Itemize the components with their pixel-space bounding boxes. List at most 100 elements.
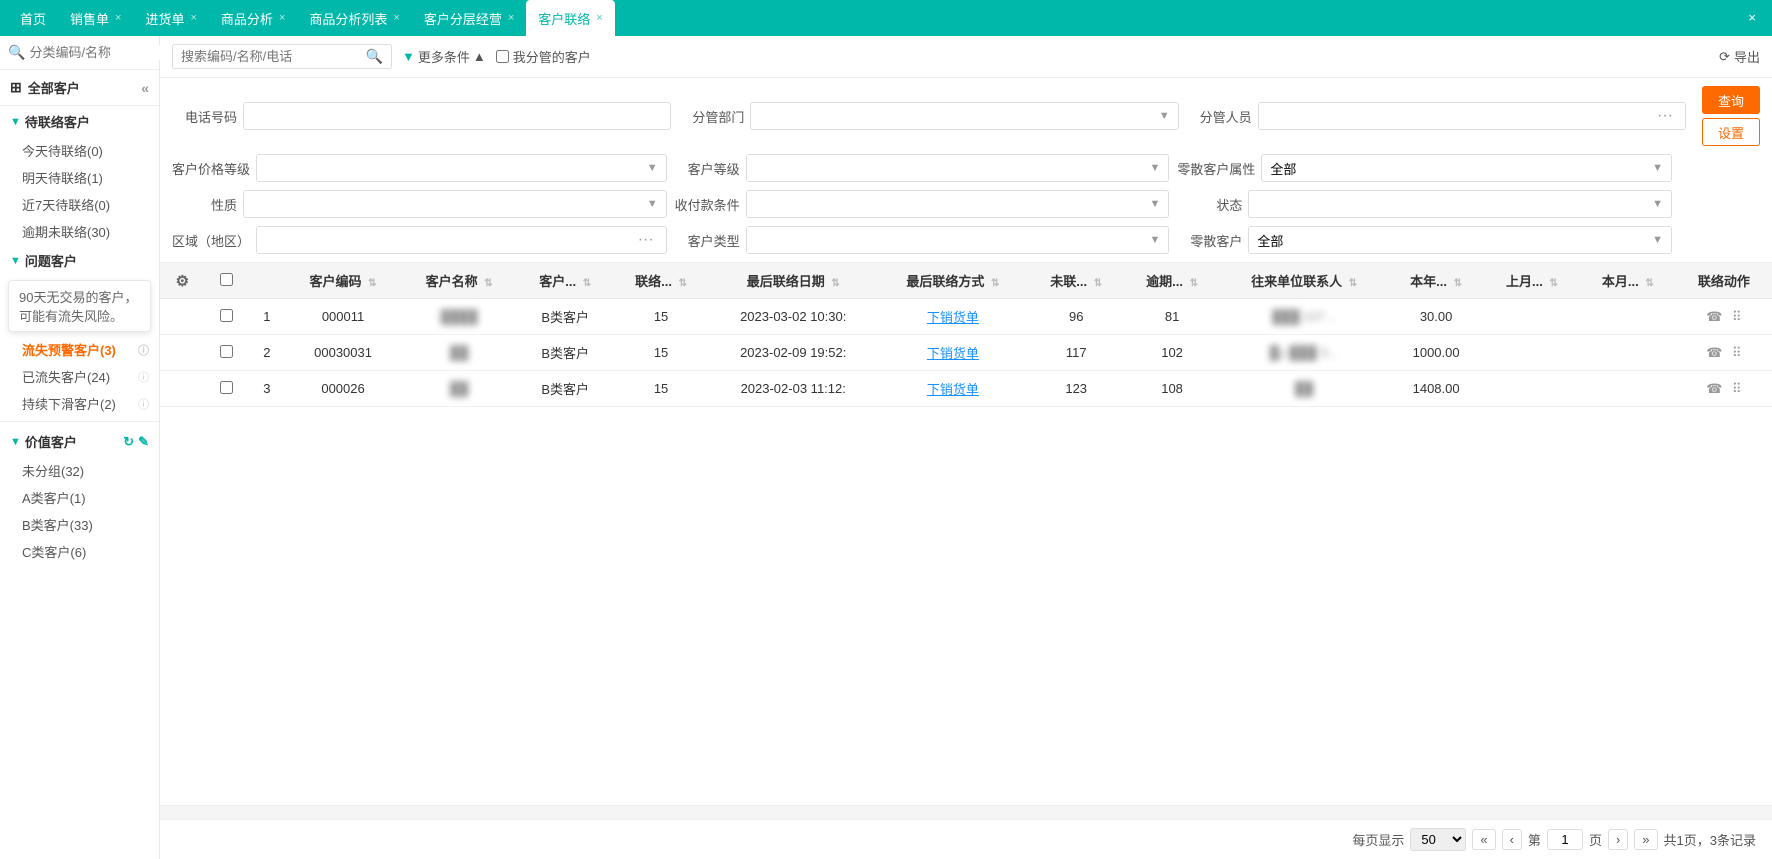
page-number-input[interactable] bbox=[1547, 829, 1583, 850]
customer-type-select[interactable]: ▼ bbox=[746, 226, 1170, 254]
sidebar-item-class-b[interactable]: B类客户(33) bbox=[0, 511, 159, 538]
page-label: 页 bbox=[1589, 830, 1602, 849]
sidebar-item-overdue[interactable]: 逾期未联络(30) bbox=[0, 218, 159, 245]
settings-button[interactable]: 设置 bbox=[1702, 118, 1760, 146]
horizontal-scrollbar[interactable] bbox=[160, 805, 1772, 819]
action-contact-icon[interactable]: ☎ bbox=[1706, 345, 1722, 360]
dept-select[interactable]: ▼ bbox=[750, 102, 1178, 130]
tab-purchase[interactable]: 进货单 × bbox=[133, 0, 208, 36]
row-last-contact-way[interactable]: 下销货单 bbox=[877, 371, 1028, 407]
last-page-button[interactable]: » bbox=[1634, 829, 1657, 850]
row-checkbox[interactable] bbox=[220, 309, 233, 322]
next-page-button[interactable]: › bbox=[1608, 829, 1628, 850]
col-uncontacted[interactable]: 未联... ⇅ bbox=[1028, 263, 1124, 299]
manager-select[interactable]: ··· bbox=[1258, 102, 1686, 130]
row-checkbox[interactable] bbox=[220, 381, 233, 394]
col-last-month[interactable]: 上月... ⇅ bbox=[1484, 263, 1580, 299]
tab-purchase-close[interactable]: × bbox=[190, 12, 196, 24]
col-code[interactable]: 客户编码 ⇅ bbox=[285, 263, 401, 299]
row-actions: ☎ ⠿ bbox=[1676, 299, 1772, 335]
edit-icon[interactable]: ✎ bbox=[138, 434, 149, 450]
query-button[interactable]: 查询 bbox=[1702, 86, 1760, 114]
col-contact[interactable]: 联络... ⇅ bbox=[613, 263, 709, 299]
row-index: 1 bbox=[249, 299, 285, 335]
prev-page-button[interactable]: ‹ bbox=[1502, 829, 1522, 850]
tab-analysis[interactable]: 商品分析 × bbox=[209, 0, 297, 36]
phone-input[interactable] bbox=[243, 102, 671, 130]
search-bar: 🔍 ▼ 更多条件 ▲ 我分管的客户 ⟳ 导出 bbox=[160, 36, 1772, 78]
last-contact-way-link[interactable]: 下销货单 bbox=[927, 310, 979, 325]
data-table: ⚙ 客户编码 ⇅ 客户名称 ⇅ bbox=[160, 263, 1772, 407]
row-last-contact-way[interactable]: 下销货单 bbox=[877, 335, 1028, 371]
nature-select[interactable]: ▼ bbox=[243, 190, 667, 218]
sidebar-item-7days[interactable]: 近7天待联络(0) bbox=[0, 191, 159, 218]
retail-attr-select[interactable]: 全部 ▼ bbox=[1261, 154, 1672, 182]
col-name[interactable]: 客户名称 ⇅ bbox=[401, 263, 517, 299]
tab-customer-segment-close[interactable]: × bbox=[508, 12, 514, 24]
tab-customer-segment[interactable]: 客户分层经营 × bbox=[412, 0, 526, 36]
select-all-checkbox[interactable] bbox=[220, 273, 233, 286]
action-more-icon[interactable]: ⠿ bbox=[1732, 381, 1742, 396]
settings-col-icon[interactable]: ⚙ bbox=[176, 273, 189, 290]
more-filters-button[interactable]: ▼ 更多条件 ▲ bbox=[402, 47, 486, 66]
customer-level-select[interactable]: ▼ bbox=[746, 154, 1170, 182]
action-more-icon[interactable]: ⠿ bbox=[1732, 309, 1742, 324]
region-select[interactable]: ··· bbox=[256, 226, 667, 254]
status-select[interactable]: ▼ bbox=[1248, 190, 1672, 218]
group-value-customers[interactable]: ▼ 价值客户 ↻ ✎ bbox=[0, 426, 159, 457]
retail-customer-select[interactable]: 全部 ▼ bbox=[1248, 226, 1672, 254]
my-customers-checkbox-label[interactable]: 我分管的客户 bbox=[496, 47, 591, 66]
last-contact-way-link[interactable]: 下销货单 bbox=[927, 346, 979, 361]
sidebar-all-customers[interactable]: ⊞ 全部客户 « bbox=[0, 70, 159, 106]
tab-analysis-list-close[interactable]: × bbox=[393, 12, 399, 24]
per-page-select[interactable]: 50 20 100 bbox=[1410, 828, 1466, 851]
action-contact-icon[interactable]: ☎ bbox=[1706, 309, 1722, 324]
sidebar-item-tomorrow[interactable]: 明天待联络(1) bbox=[0, 164, 159, 191]
filter-row-1: 电话号码 分管部门 ▼ 分管人员 ··· bbox=[172, 86, 1760, 146]
tab-home[interactable]: 首页 bbox=[8, 0, 58, 36]
col-last-contact-date[interactable]: 最后联络日期 ⇅ bbox=[709, 263, 877, 299]
region-dots[interactable]: ··· bbox=[634, 231, 658, 249]
search-input[interactable] bbox=[181, 49, 366, 64]
sidebar-item-class-a[interactable]: A类客户(1) bbox=[0, 484, 159, 511]
tab-customer-contact[interactable]: 客户联络 × bbox=[526, 0, 614, 36]
refresh-icon[interactable]: ↻ bbox=[123, 434, 134, 450]
col-this-month[interactable]: 本月... ⇅ bbox=[1580, 263, 1676, 299]
col-last-contact-way[interactable]: 最后联络方式 ⇅ bbox=[877, 263, 1028, 299]
tab-sales-close[interactable]: × bbox=[115, 12, 121, 24]
manager-dots[interactable]: ··· bbox=[1653, 107, 1677, 125]
row-last-contact-way[interactable]: 下销货单 bbox=[877, 299, 1028, 335]
sidebar-item-class-c[interactable]: C类客户(6) bbox=[0, 538, 159, 565]
first-page-button[interactable]: « bbox=[1472, 829, 1495, 850]
tab-sales[interactable]: 销售单 × bbox=[58, 0, 133, 36]
tab-analysis-close[interactable]: × bbox=[279, 12, 285, 24]
price-level-select[interactable]: ▼ bbox=[256, 154, 667, 182]
tab-customer-contact-close[interactable]: × bbox=[596, 12, 602, 24]
row-unit-contact: ██ bbox=[1220, 371, 1388, 407]
search-submit-icon[interactable]: 🔍 bbox=[366, 48, 383, 65]
my-customers-checkbox[interactable] bbox=[496, 50, 509, 63]
filter-row-3: 性质 ▼ 收付款条件 ▼ 状态 bbox=[172, 190, 1760, 218]
col-overdue[interactable]: 逾期... ⇅ bbox=[1124, 263, 1220, 299]
group-problem-customers[interactable]: ▼ 问题客户 bbox=[0, 245, 159, 276]
sidebar-item-declining[interactable]: 持续下滑客户(2) ⓘ bbox=[0, 390, 159, 417]
retail-attr-arrow: ▼ bbox=[1652, 162, 1663, 174]
export-button[interactable]: ⟳ 导出 bbox=[1719, 47, 1760, 66]
row-checkbox[interactable] bbox=[220, 345, 233, 358]
col-type[interactable]: 客户... ⇅ bbox=[517, 263, 613, 299]
sidebar-item-churn-warning[interactable]: 流失预警客户(3) ⓘ bbox=[0, 336, 159, 363]
filter-payment: 收付款条件 ▼ bbox=[675, 190, 1170, 218]
close-all-button[interactable]: × bbox=[1740, 9, 1764, 27]
col-unit-contact[interactable]: 往来单位联系人 ⇅ bbox=[1220, 263, 1388, 299]
action-contact-icon[interactable]: ☎ bbox=[1706, 381, 1722, 396]
sidebar-item-ungrouped[interactable]: 未分组(32) bbox=[0, 457, 159, 484]
group-pending-contact[interactable]: ▼ 待联络客户 bbox=[0, 106, 159, 137]
tab-analysis-list[interactable]: 商品分析列表 × bbox=[297, 0, 411, 36]
last-contact-way-link[interactable]: 下销货单 bbox=[927, 382, 979, 397]
payment-select[interactable]: ▼ bbox=[746, 190, 1170, 218]
action-more-icon[interactable]: ⠿ bbox=[1732, 345, 1742, 360]
sidebar-item-today[interactable]: 今天待联络(0) bbox=[0, 137, 159, 164]
col-settings[interactable]: ⚙ bbox=[160, 263, 205, 299]
col-this-year[interactable]: 本年... ⇅ bbox=[1388, 263, 1484, 299]
sidebar-item-churned[interactable]: 已流失客户(24) ⓘ bbox=[0, 363, 159, 390]
